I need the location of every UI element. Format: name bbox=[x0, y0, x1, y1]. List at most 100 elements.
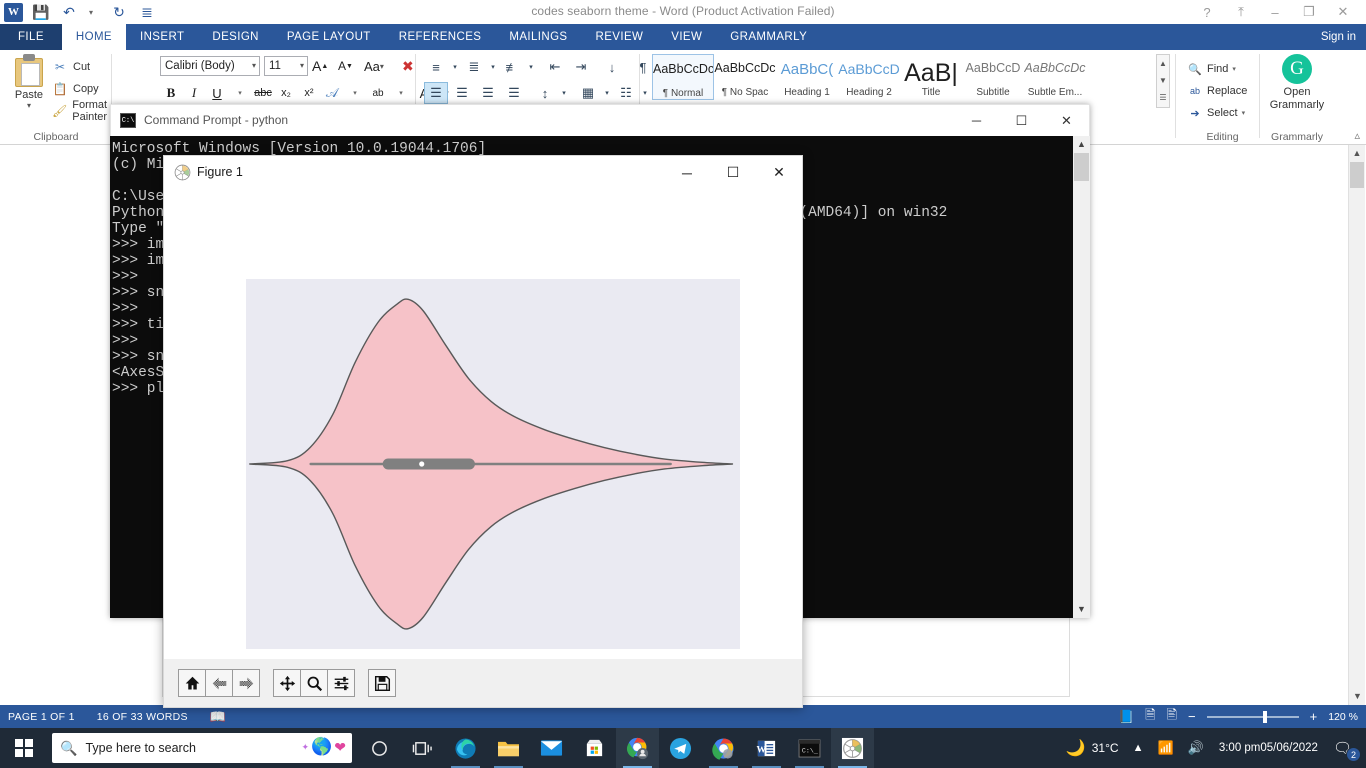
align-center-icon[interactable]: ☰ bbox=[450, 82, 474, 104]
bullets-dropdown-icon[interactable]: ▾ bbox=[450, 56, 460, 78]
windows-start-icon[interactable] bbox=[0, 728, 48, 768]
styles-scrollbar[interactable]: ▲ ▼ ☰ bbox=[1156, 54, 1170, 108]
style-subtitle[interactable]: AaBbCcD Subtitle bbox=[962, 54, 1024, 100]
web-layout-icon[interactable]: 🖹 bbox=[1167, 706, 1177, 728]
tab-home[interactable]: HOME bbox=[61, 24, 126, 50]
document-scrollbar[interactable]: ▲ ▼ bbox=[1348, 145, 1365, 705]
search-input[interactable]: 🔍 Type here to search ✦ 🌎 ❤ bbox=[52, 733, 352, 763]
edge-icon[interactable] bbox=[444, 728, 487, 768]
read-mode-icon[interactable]: 📘 bbox=[1118, 709, 1134, 725]
shading-dropdown-icon[interactable]: ▾ bbox=[602, 82, 612, 104]
pan-icon[interactable] bbox=[273, 669, 301, 697]
figure-minimize-button[interactable]: ─ bbox=[664, 156, 710, 189]
tab-mailings[interactable]: MAILINGS bbox=[495, 24, 581, 50]
cut-button[interactable]: ✂ Cut bbox=[52, 56, 112, 78]
find-dropdown-icon[interactable]: ▾ bbox=[1232, 65, 1236, 73]
strikethrough-button[interactable]: abc bbox=[252, 82, 274, 104]
shrink-font-button[interactable]: A ▼ bbox=[338, 59, 353, 73]
forward-arrow-icon[interactable] bbox=[232, 669, 260, 697]
replace-button[interactable]: ab Replace bbox=[1187, 80, 1247, 102]
back-arrow-icon[interactable] bbox=[205, 669, 233, 697]
chrome-profile-icon[interactable] bbox=[616, 728, 659, 768]
styles-more-icon[interactable]: ☰ bbox=[1157, 89, 1169, 106]
scroll-up-icon[interactable]: ▲ bbox=[1349, 145, 1365, 162]
tab-file[interactable]: FILE bbox=[0, 24, 62, 50]
cmd-scroll-thumb[interactable] bbox=[1074, 153, 1089, 181]
scroll-down-icon[interactable]: ▼ bbox=[1349, 688, 1366, 705]
style-heading-1[interactable]: AaBbC( Heading 1 bbox=[776, 54, 838, 100]
style-subtle-emphasis[interactable]: AaBbCcDc Subtle Em... bbox=[1024, 54, 1086, 100]
line-spacing-dropdown-icon[interactable]: ▾ bbox=[559, 82, 569, 104]
select-button[interactable]: ➔ Select ▾ bbox=[1187, 102, 1247, 124]
volume-icon[interactable]: 🔊 bbox=[1181, 728, 1211, 768]
styles-scroll-up-icon[interactable]: ▲ bbox=[1157, 55, 1169, 72]
paste-dropdown-icon[interactable]: ▾ bbox=[6, 101, 52, 110]
network-icon[interactable]: 📶 bbox=[1150, 728, 1180, 768]
underline-dropdown-icon[interactable]: ▾ bbox=[229, 82, 251, 104]
cortana-icon[interactable] bbox=[358, 728, 401, 768]
tab-design[interactable]: DESIGN bbox=[198, 24, 273, 50]
collapse-ribbon-icon[interactable]: ▵ bbox=[1354, 129, 1360, 142]
notification-icon[interactable]: 🗨 2 bbox=[1326, 728, 1366, 768]
font-size-input[interactable]: 11 ▾ bbox=[264, 56, 308, 76]
help-icon[interactable]: ? bbox=[1190, 2, 1224, 22]
grow-font-button[interactable]: A ▲ bbox=[312, 58, 328, 74]
mail-icon[interactable] bbox=[530, 728, 573, 768]
text-highlight-icon[interactable]: ab bbox=[367, 82, 389, 104]
home-icon[interactable] bbox=[178, 669, 206, 697]
zoom-out-button[interactable]: − bbox=[1188, 709, 1196, 724]
numbering-dropdown-icon[interactable]: ▾ bbox=[488, 56, 498, 78]
select-dropdown-icon[interactable]: ▾ bbox=[1242, 109, 1246, 117]
styles-scroll-down-icon[interactable]: ▼ bbox=[1157, 72, 1169, 89]
subscript-button[interactable]: x₂ bbox=[275, 82, 297, 104]
cmd-scrollbar[interactable]: ▲ ▼ bbox=[1073, 136, 1090, 618]
cmd-scroll-down-icon[interactable]: ▼ bbox=[1073, 601, 1090, 618]
figure-canvas[interactable]: 01020304050 total_bill bbox=[164, 189, 802, 691]
proofing-icon[interactable]: 📖 bbox=[210, 709, 227, 725]
numbering-icon[interactable]: ≣ bbox=[462, 56, 486, 78]
command-prompt-icon[interactable]: C:\_ bbox=[788, 728, 831, 768]
zoom-level[interactable]: 120 % bbox=[1328, 711, 1358, 723]
figure-maximize-button[interactable]: ☐ bbox=[710, 156, 756, 189]
open-grammarly-button[interactable]: G Open Grammarly bbox=[1262, 54, 1332, 112]
bullets-icon[interactable]: ≡ bbox=[424, 56, 448, 78]
shading-icon[interactable]: ▦ bbox=[576, 82, 600, 104]
zoom-in-button[interactable]: + bbox=[1310, 709, 1318, 724]
word-count[interactable]: 16 OF 33 WORDS bbox=[97, 711, 188, 723]
line-spacing-icon[interactable]: ↕ bbox=[533, 82, 557, 104]
cmd-maximize-button[interactable]: ☐ bbox=[999, 105, 1044, 136]
text-effects-dropdown-icon[interactable]: ▾ bbox=[344, 82, 366, 104]
cmd-close-button[interactable]: ✕ bbox=[1044, 105, 1089, 136]
sign-in-link[interactable]: Sign in bbox=[1321, 24, 1356, 50]
telegram-icon[interactable] bbox=[659, 728, 702, 768]
sort-icon[interactable]: ↓ bbox=[600, 56, 624, 78]
multilevel-list-icon[interactable]: ≢ bbox=[500, 56, 524, 78]
zoom-slider[interactable] bbox=[1206, 710, 1299, 723]
tab-insert[interactable]: INSERT bbox=[126, 24, 198, 50]
clear-formatting-icon[interactable]: ✖ bbox=[402, 58, 414, 75]
superscript-button[interactable]: x² bbox=[298, 82, 320, 104]
highlight-dropdown-icon[interactable]: ▾ bbox=[390, 82, 412, 104]
print-layout-icon[interactable]: 🗎 bbox=[1145, 706, 1155, 728]
copy-button[interactable]: 📋 Copy bbox=[52, 78, 112, 100]
microsoft-store-icon[interactable] bbox=[573, 728, 616, 768]
tab-view[interactable]: VIEW bbox=[657, 24, 716, 50]
font-name-input[interactable]: Calibri (Body) ▾ bbox=[160, 56, 260, 76]
find-button[interactable]: 🔍 Find ▾ bbox=[1187, 58, 1247, 80]
clock[interactable]: 3:00 pm 05/06/2022 bbox=[1211, 728, 1326, 768]
word-icon[interactable]: W bbox=[745, 728, 788, 768]
cmd-minimize-button[interactable]: ─ bbox=[954, 105, 999, 136]
figure-close-button[interactable]: ✕ bbox=[756, 156, 802, 189]
scroll-thumb[interactable] bbox=[1350, 162, 1364, 188]
chevron-down-icon[interactable]: ▾ bbox=[252, 57, 259, 75]
ribbon-display-options-icon[interactable]: ⤒ bbox=[1224, 2, 1258, 22]
underline-button[interactable]: U bbox=[206, 82, 228, 104]
task-view-icon[interactable] bbox=[401, 728, 444, 768]
italic-button[interactable]: I bbox=[183, 82, 205, 104]
align-left-icon[interactable]: ☰ bbox=[424, 82, 448, 104]
format-painter-button[interactable]: 🖌 Format Painter bbox=[52, 99, 112, 123]
violin-plot[interactable]: 01020304050 total_bill bbox=[164, 189, 802, 691]
cmd-scroll-up-icon[interactable]: ▲ bbox=[1073, 136, 1090, 153]
decrease-indent-icon[interactable]: ⇤ bbox=[543, 56, 567, 78]
multilevel-dropdown-icon[interactable]: ▾ bbox=[526, 56, 536, 78]
